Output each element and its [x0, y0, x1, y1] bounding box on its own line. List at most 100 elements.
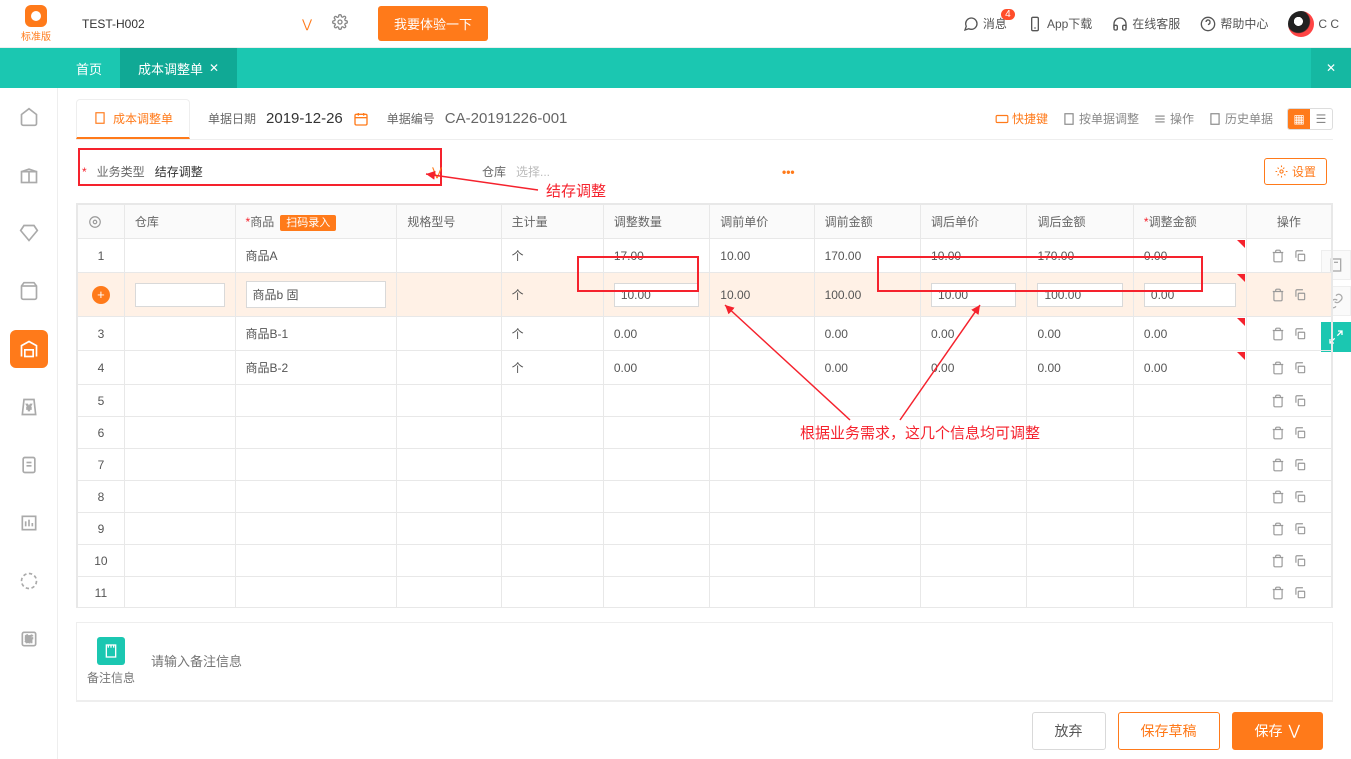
sheet-tab-label: 成本调整单 [113, 110, 173, 127]
more-icon[interactable]: ••• [782, 165, 795, 179]
nav-new-icon[interactable]: 新 [10, 620, 48, 658]
history-link[interactable]: 历史单据 [1208, 110, 1273, 127]
copy-icon[interactable] [1293, 490, 1307, 504]
experience-button[interactable]: 我要体验一下 [378, 6, 488, 41]
copy-icon[interactable] [1293, 288, 1307, 302]
close-icon[interactable]: ✕ [209, 61, 219, 75]
table-row[interactable]: 4商品B-2个0.000.000.000.000.00 [78, 351, 1332, 385]
org-selector[interactable]: TEST-H002 ⋁ [72, 9, 322, 39]
scan-badge[interactable]: 扫码录入 [280, 215, 336, 231]
table-row[interactable]: 1商品A个17.0010.00170.0010.00170.000.00 [78, 239, 1332, 273]
tab-home[interactable]: 首页 [58, 48, 120, 88]
chevron-down-icon: ⋁ [302, 17, 312, 31]
col-ops: 操作 [1246, 205, 1331, 239]
delete-icon[interactable] [1271, 522, 1285, 536]
view-grid-icon[interactable]: ▦ [1288, 109, 1310, 129]
save-draft-button[interactable]: 保存草稿 [1118, 712, 1220, 750]
by-doc-adjust-link[interactable]: 按单据调整 [1062, 110, 1139, 127]
doc-date-group: 单据日期 2019-12-26 [208, 110, 369, 127]
history-icon [1208, 112, 1222, 126]
biz-type-field[interactable]: * 业务类型 结存调整 ⋁ [82, 163, 442, 180]
tab-cost-adjustment[interactable]: 成本调整单 ✕ [120, 48, 237, 88]
help-label: 帮助中心 [1220, 15, 1268, 32]
notes-icon [97, 637, 125, 665]
view-toggle[interactable]: ▦ ☰ [1287, 108, 1333, 130]
table-row[interactable]: + 商品b 固个10.0010.00100.0010.00100.000.00 [78, 273, 1332, 317]
copy-icon[interactable] [1293, 458, 1307, 472]
tab-current-label: 成本调整单 [138, 59, 203, 78]
copy-icon[interactable] [1293, 249, 1307, 263]
notes-input[interactable] [151, 654, 1322, 669]
delete-icon[interactable] [1271, 586, 1285, 600]
nav-bag-icon[interactable] [10, 272, 48, 310]
help-link[interactable]: 帮助中心 [1200, 15, 1268, 32]
nav-diamond-icon[interactable] [10, 214, 48, 252]
customer-service-link[interactable]: 在线客服 [1112, 15, 1180, 32]
delete-icon[interactable] [1271, 361, 1285, 375]
col-config[interactable] [78, 205, 125, 239]
settings-label: 设置 [1292, 163, 1316, 180]
copy-icon[interactable] [1293, 554, 1307, 568]
table-row[interactable]: 6 [78, 417, 1332, 449]
col-adj-qty: 调整数量 [603, 205, 709, 239]
delete-icon[interactable] [1271, 394, 1285, 408]
date-value[interactable]: 2019-12-26 [266, 110, 343, 127]
delete-icon[interactable] [1271, 458, 1285, 472]
save-button[interactable]: 保存⋁ [1232, 712, 1323, 750]
tab-home-label: 首页 [76, 59, 102, 78]
nav-money-icon[interactable]: ¥ [10, 388, 48, 426]
table-row[interactable]: 3商品B-1个0.000.000.000.000.00 [78, 317, 1332, 351]
headset-icon [1112, 16, 1128, 32]
nav-warehouse-icon[interactable] [10, 330, 48, 368]
settings-button[interactable]: 设置 [1264, 158, 1327, 185]
copy-icon[interactable] [1293, 586, 1307, 600]
table-row[interactable]: 8 [78, 481, 1332, 513]
form-row: * 业务类型 结存调整 ⋁ 仓库 选择... ••• 设置 [76, 140, 1333, 203]
table-row[interactable]: 11 [78, 577, 1332, 609]
delete-icon[interactable] [1271, 327, 1285, 341]
messages-link[interactable]: 消息 4 [963, 15, 1007, 32]
copy-icon[interactable] [1293, 426, 1307, 440]
warehouse-field[interactable]: 仓库 选择... [482, 163, 742, 180]
logo-text: 标准版 [21, 28, 51, 43]
shortcut-link[interactable]: 快捷键 [995, 110, 1048, 127]
copy-icon[interactable] [1293, 361, 1307, 375]
close-all-tabs[interactable]: ✕ [1311, 48, 1351, 88]
nav-gift-icon[interactable] [10, 156, 48, 194]
keyboard-icon [995, 112, 1009, 126]
logo: 标准版 [12, 5, 60, 43]
table-row[interactable]: 9 [78, 513, 1332, 545]
delete-icon[interactable] [1271, 288, 1285, 302]
discard-button[interactable]: 放弃 [1032, 712, 1106, 750]
add-row-icon[interactable]: + [92, 286, 110, 304]
col-post-price: 调后单价 [921, 205, 1027, 239]
app-download-link[interactable]: App下载 [1027, 15, 1092, 32]
operations-link[interactable]: 操作 [1153, 110, 1194, 127]
doc-icon [1062, 112, 1076, 126]
delete-icon[interactable] [1271, 490, 1285, 504]
table-row[interactable]: 10 [78, 545, 1332, 577]
nav-clipboard-icon[interactable] [10, 446, 48, 484]
user-menu[interactable]: C C [1288, 11, 1339, 37]
delete-icon[interactable] [1271, 554, 1285, 568]
copy-icon[interactable] [1293, 522, 1307, 536]
top-bar: 标准版 TEST-H002 ⋁ 我要体验一下 消息 4 App下载 在线客服 帮… [0, 0, 1351, 48]
view-list-icon[interactable]: ☰ [1310, 109, 1332, 129]
doc-no-group: 单据编号 CA-20191226-001 [387, 110, 568, 127]
calendar-icon[interactable] [353, 111, 369, 127]
left-sidebar: ¥ 新 [0, 48, 58, 759]
nav-home-icon[interactable] [10, 98, 48, 136]
copy-icon[interactable] [1293, 394, 1307, 408]
nav-circle-icon[interactable] [10, 562, 48, 600]
copy-icon[interactable] [1293, 327, 1307, 341]
biz-type-value: 结存调整 [155, 163, 203, 180]
delete-icon[interactable] [1271, 426, 1285, 440]
delete-icon[interactable] [1271, 249, 1285, 263]
table-row[interactable]: 5 [78, 385, 1332, 417]
gear-icon[interactable] [332, 14, 348, 33]
nav-report-icon[interactable] [10, 504, 48, 542]
table-row[interactable]: 7 [78, 449, 1332, 481]
logo-icon [25, 5, 47, 27]
sheet-tab[interactable]: 成本调整单 [76, 99, 190, 139]
tabs-bar: 首页 成本调整单 ✕ ✕ [0, 48, 1351, 88]
